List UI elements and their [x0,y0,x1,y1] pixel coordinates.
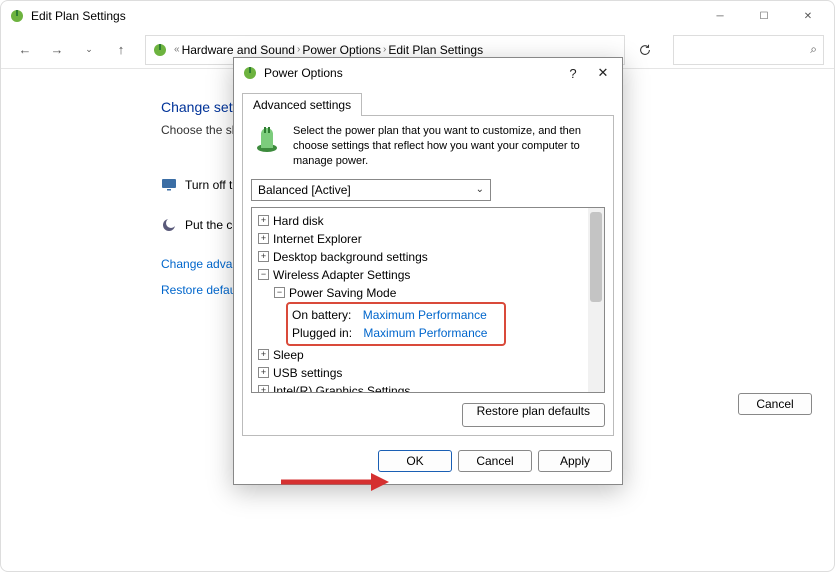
help-button[interactable]: ? [558,66,588,81]
back-button[interactable]: ← [11,36,39,64]
recent-dropdown[interactable]: ⌄ [75,36,103,64]
power-options-dialog: Power Options ? ✕ Advanced settings Sele… [233,57,623,485]
power-options-icon [9,8,25,24]
breadcrumb-item[interactable]: Edit Plan Settings [388,43,483,57]
tree-node-hard-disk[interactable]: +Hard disk [258,212,598,230]
display-icon [161,177,177,193]
tree-node-sleep[interactable]: +Sleep [258,346,598,364]
maximize-button[interactable]: ☐ [742,2,786,30]
forward-button[interactable]: → [43,36,71,64]
cancel-button[interactable]: Cancel [458,450,532,472]
plugged-in-value[interactable]: Maximum Performance [363,324,487,342]
tree-scrollbar[interactable] [588,208,604,392]
search-input[interactable]: ⌕ [673,35,824,65]
dialog-titlebar: Power Options ? ✕ [234,58,622,88]
dialog-title: Power Options [264,66,343,80]
breadcrumb-item[interactable]: Power Options [302,43,381,57]
settings-tree: +Hard disk +Internet Explorer +Desktop b… [251,207,605,393]
tree-node-usb-settings[interactable]: +USB settings [258,364,598,382]
tree-node-power-saving-mode[interactable]: −Power Saving Mode [258,284,598,302]
titlebar: Edit Plan Settings ─ ☐ ✕ [1,1,834,31]
chevron-right-icon: › [297,44,300,55]
setting-plugged-in[interactable]: Plugged in: Maximum Performance [292,324,500,342]
search-icon: ⌕ [810,42,817,57]
expand-icon[interactable]: + [258,385,269,393]
tab-advanced-settings[interactable]: Advanced settings [242,93,362,116]
chevron-right-icon: › [383,44,386,55]
expand-icon[interactable]: + [258,233,269,244]
tree-node-internet-explorer[interactable]: +Internet Explorer [258,230,598,248]
expand-icon[interactable]: + [258,215,269,226]
expand-icon[interactable]: + [258,367,269,378]
up-button[interactable]: ↑ [107,36,135,64]
annotation-arrow [281,471,391,493]
setting-on-battery[interactable]: On battery: Maximum Performance [292,306,500,324]
tree-node-desktop-background[interactable]: +Desktop background settings [258,248,598,266]
tree-node-intel-graphics[interactable]: +Intel(R) Graphics Settings [258,382,598,393]
collapse-icon[interactable]: − [274,287,285,298]
chevron-down-icon: ⌄ [476,184,484,195]
scrollbar-thumb[interactable] [590,212,602,302]
power-plan-icon [251,124,283,156]
expand-icon[interactable]: + [258,349,269,360]
refresh-button[interactable] [631,36,659,64]
restore-plan-defaults-button[interactable]: Restore plan defaults [462,403,605,427]
tab-strip: Advanced settings [234,88,622,115]
close-button[interactable]: ✕ [786,2,830,30]
apply-button[interactable]: Apply [538,450,612,472]
breadcrumb-item[interactable]: Hardware and Sound [182,43,295,57]
advanced-settings-panel: Select the power plan that you want to c… [242,115,614,436]
minimize-button[interactable]: ─ [698,2,742,30]
power-plan-combo[interactable]: Balanced [Active] ⌄ [251,179,491,201]
collapse-icon[interactable]: − [258,269,269,280]
dialog-description: Select the power plan that you want to c… [293,124,605,169]
window-title: Edit Plan Settings [31,9,126,23]
on-battery-value[interactable]: Maximum Performance [363,306,487,324]
highlight-box: On battery: Maximum Performance Plugged … [286,302,506,346]
dialog-close-button[interactable]: ✕ [588,65,618,81]
main-window: Edit Plan Settings ─ ☐ ✕ ← → ⌄ ↑ « Hardw… [0,0,835,572]
power-options-icon [152,42,168,58]
power-plan-value: Balanced [Active] [258,183,351,197]
chevron-left-icon: « [174,44,180,55]
cancel-button[interactable]: Cancel [738,393,812,415]
moon-icon [161,217,177,233]
power-options-icon [242,65,258,81]
tree-node-wireless-adapter[interactable]: −Wireless Adapter Settings [258,266,598,284]
ok-button[interactable]: OK [378,450,452,472]
page-button-row: Cancel [738,393,812,415]
expand-icon[interactable]: + [258,251,269,262]
